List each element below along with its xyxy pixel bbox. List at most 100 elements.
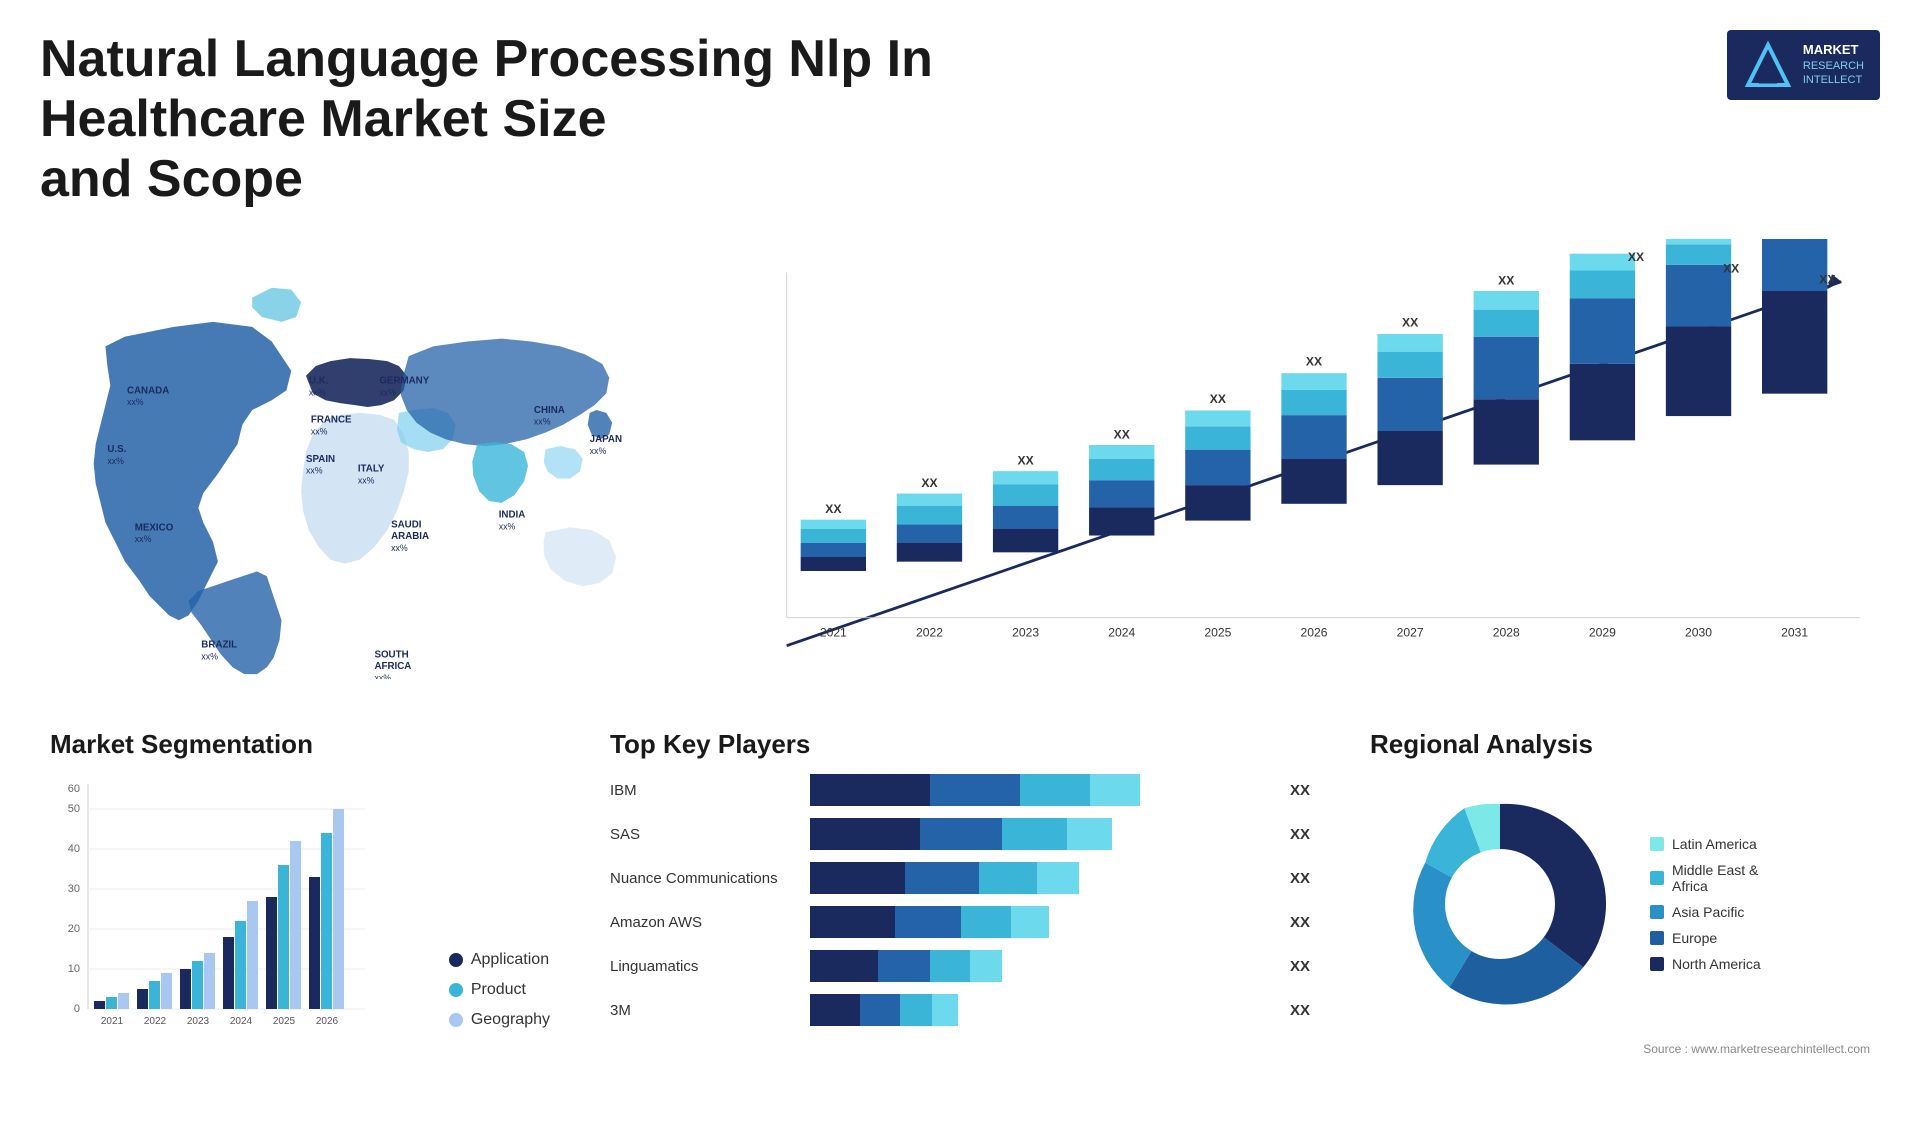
svg-text:XX: XX	[1210, 392, 1226, 406]
seg-chart: 0 10 20 30 40 50 60	[50, 774, 429, 1059]
svg-text:30: 30	[68, 883, 80, 895]
key-players-title: Top Key Players	[610, 729, 1310, 760]
bar-seg2	[878, 950, 930, 982]
logo-area: MARKET RESEARCH INTELLECT	[1727, 30, 1880, 100]
bar-seg1	[810, 774, 930, 806]
svg-text:2027: 2027	[1397, 626, 1424, 640]
player-xx: XX	[1290, 826, 1310, 843]
player-bar	[810, 774, 1274, 806]
source-text: Source : www.marketresearchintellect.com	[1370, 1042, 1870, 1056]
svg-text:xx%: xx%	[201, 652, 218, 662]
bar-seg4	[1037, 862, 1079, 894]
svg-text:XX: XX	[1402, 316, 1418, 330]
bar-seg4	[1011, 906, 1049, 938]
uk-label: U.K.	[309, 376, 329, 387]
legend-geography: Geography	[449, 1011, 550, 1029]
player-xx: XX	[1290, 870, 1310, 887]
player-xx: XX	[1290, 1002, 1310, 1019]
player-xx: XX	[1290, 782, 1310, 799]
svg-text:AFRICA: AFRICA	[374, 662, 411, 673]
svg-text:xx%: xx%	[534, 417, 551, 427]
svg-text:20: 20	[68, 923, 80, 935]
mexico-label: MEXICO	[135, 523, 174, 534]
regional-legend: Latin America Middle East &Africa Asia P…	[1650, 836, 1761, 972]
svg-text:2026: 2026	[1301, 626, 1328, 640]
svg-text:10: 10	[68, 963, 80, 975]
seg-bar-chart: 0 10 20 30 40 50 60	[50, 774, 370, 1054]
regional-content: Latin America Middle East &Africa Asia P…	[1370, 774, 1870, 1034]
logo-icon	[1743, 40, 1793, 90]
bar-seg2	[860, 994, 900, 1026]
player-name: Nuance Communications	[610, 870, 800, 887]
player-bar	[810, 818, 1274, 850]
us-label: U.S.	[107, 444, 126, 455]
svg-text:2025: 2025	[273, 1016, 296, 1027]
player-row-sas: SAS XX	[610, 818, 1310, 850]
bar-seg2	[920, 818, 1002, 850]
seg-legend: Application Product Geography	[449, 951, 550, 1059]
dot-europe	[1650, 931, 1664, 945]
svg-text:XX: XX	[1723, 262, 1739, 276]
svg-text:2022: 2022	[144, 1016, 167, 1027]
dot-asia-pacific	[1650, 905, 1664, 919]
svg-text:XX: XX	[1498, 274, 1514, 288]
svg-text:2021: 2021	[820, 626, 847, 640]
player-row-nuance: Nuance Communications XX	[610, 862, 1310, 894]
svg-text:60: 60	[68, 783, 80, 795]
svg-text:2031: 2031	[1781, 626, 1808, 640]
player-row-3m: 3M XX	[610, 994, 1310, 1026]
legend-product: Product	[449, 981, 550, 999]
dot-mea	[1650, 871, 1664, 885]
svg-text:XX: XX	[921, 476, 937, 490]
legend-dot-product	[449, 983, 463, 997]
bar-seg2	[930, 774, 1020, 806]
legend-mea: Middle East &Africa	[1650, 862, 1761, 894]
legend-north-america: North America	[1650, 956, 1761, 972]
bar-seg4	[970, 950, 1002, 982]
japan-label: JAPAN	[590, 435, 622, 446]
svg-text:XX: XX	[1628, 251, 1644, 265]
bar-seg4	[1067, 818, 1112, 850]
svg-text:XX: XX	[1114, 428, 1130, 442]
legend-dot-application	[449, 953, 463, 967]
bar-seg1	[810, 818, 920, 850]
player-name: 3M	[610, 1002, 800, 1019]
svg-text:xx%: xx%	[590, 446, 607, 456]
svg-text:XX: XX	[825, 503, 841, 517]
segmentation-title: Market Segmentation	[50, 729, 550, 760]
svg-text:2024: 2024	[230, 1016, 253, 1027]
player-row-linguamatics: Linguamatics XX	[610, 950, 1310, 982]
player-bar	[810, 994, 1274, 1026]
bar-seg2	[905, 862, 979, 894]
bar-seg3	[1020, 774, 1090, 806]
player-xx: XX	[1290, 914, 1310, 931]
svg-text:xx%: xx%	[358, 476, 375, 486]
player-name: IBM	[610, 782, 800, 799]
player-name: Linguamatics	[610, 958, 800, 975]
page-container: Natural Language Processing Nlp In Healt…	[0, 0, 1920, 1146]
germany-label: GERMANY	[379, 376, 429, 387]
svg-text:2025: 2025	[1204, 626, 1231, 640]
svg-text:2023: 2023	[1012, 626, 1039, 640]
player-bar	[810, 950, 1274, 982]
legend-europe: Europe	[1650, 930, 1761, 946]
canada-label: CANADA	[127, 386, 169, 397]
donut-svg	[1370, 774, 1630, 1034]
southafrica-label: SOUTH	[374, 650, 408, 661]
segmentation-section: Market Segmentation 0 10 20 30 40	[40, 719, 560, 1069]
seg-chart-area: 0 10 20 30 40 50 60	[50, 774, 550, 1059]
svg-text:xx%: xx%	[127, 397, 144, 407]
key-players-section: Top Key Players IBM XX	[590, 719, 1330, 1069]
italy-label: ITALY	[358, 464, 385, 475]
player-xx: XX	[1290, 958, 1310, 975]
svg-text:XX: XX	[1819, 273, 1835, 287]
bar-seg4	[1090, 774, 1140, 806]
bar-chart: XX XX XX XX	[740, 239, 1860, 679]
dot-north-america	[1650, 957, 1664, 971]
svg-text:2021: 2021	[101, 1016, 124, 1027]
content-grid: CANADA xx% U.S. xx% MEXICO xx% BRAZIL xx…	[40, 229, 1880, 1069]
svg-text:xx%: xx%	[374, 673, 391, 679]
china-label: CHINA	[534, 405, 565, 416]
logo-box: MARKET RESEARCH INTELLECT	[1727, 30, 1880, 100]
bar-seg3	[961, 906, 1011, 938]
